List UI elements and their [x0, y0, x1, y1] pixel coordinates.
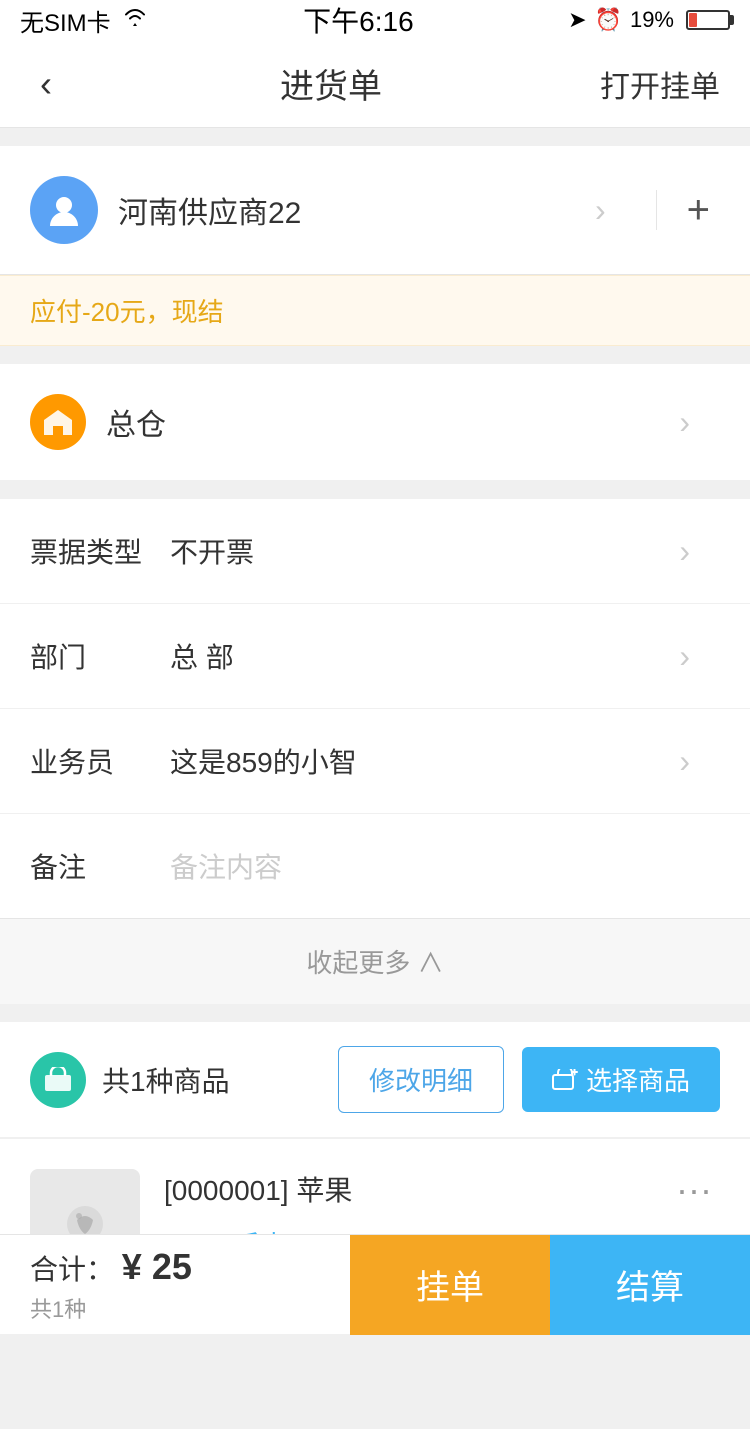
product-code: [0000001] [164, 1175, 289, 1206]
hang-order-button[interactable]: 挂单 [350, 1235, 550, 1335]
remark-input[interactable]: 备注内容 [170, 846, 720, 886]
warehouse-name: 总仓 [106, 400, 679, 444]
supplier-avatar [30, 176, 98, 244]
carrier-label: 无SIM卡 [20, 3, 111, 38]
battery-icon [686, 10, 730, 30]
page-title: 进货单 [280, 59, 382, 108]
add-supplier-button[interactable]: + [677, 188, 720, 233]
warehouse-chevron-icon: › [679, 404, 690, 441]
select-product-button[interactable]: 选择商品 [522, 1047, 720, 1112]
status-bar: 无SIM卡 下午6:16 ➤ ⏰ 19% [0, 0, 750, 40]
total-section: 合计： ¥ 25 共1种 [0, 1246, 350, 1324]
product-name: [0000001] 苹果 [164, 1169, 644, 1209]
location-icon: ➤ [568, 7, 586, 33]
product-header: 共1种商品 修改明细 选择商品 [0, 1022, 750, 1138]
form-section: 票据类型 不开票 › 部门 总 部 › 业务员 这是859的小智 › 备注 备注… [0, 498, 750, 1004]
warehouse-icon [30, 394, 86, 450]
battery-percent: 19% [630, 7, 674, 33]
invoice-chevron-icon: › [679, 533, 690, 570]
nav-bar: ‹ 进货单 打开挂单 [0, 40, 750, 128]
total-main: 合计： ¥ 25 [30, 1246, 320, 1288]
warehouse-row[interactable]: 总仓 › [0, 364, 750, 480]
open-hang-button[interactable]: 打开挂单 [600, 62, 720, 106]
invoice-row[interactable]: 票据类型 不开票 › [0, 498, 750, 603]
sales-label: 业务员 [30, 741, 170, 781]
total-amount: ¥ 25 [122, 1246, 192, 1287]
alarm-icon: ⏰ [595, 7, 622, 33]
sales-value: 这是859的小智 [170, 741, 679, 781]
supplier-name: 河南供应商22 [118, 188, 595, 232]
supplier-divider [656, 190, 657, 230]
dept-label: 部门 [30, 636, 170, 676]
modify-detail-button[interactable]: 修改明细 [338, 1046, 504, 1113]
total-label: 合计： [30, 1254, 114, 1285]
checkout-button[interactable]: 结算 [550, 1235, 750, 1335]
back-button[interactable]: ‹ [30, 53, 62, 115]
dept-row[interactable]: 部门 总 部 › [0, 603, 750, 708]
wifi-icon [121, 6, 149, 34]
supplier-section: 河南供应商22 › + 应付-20元，现结 [0, 146, 750, 346]
supplier-notice: 应付-20元，现结 [0, 275, 750, 346]
product-icon [30, 1052, 86, 1108]
warehouse-section: 总仓 › [0, 364, 750, 480]
invoice-value: 不开票 [170, 531, 679, 571]
dept-value: 总 部 [170, 636, 679, 676]
status-left: 无SIM卡 [20, 3, 149, 38]
total-sub: 共1种 [30, 1292, 320, 1324]
bottom-bar: 合计： ¥ 25 共1种 挂单 结算 [0, 1234, 750, 1334]
dept-chevron-icon: › [679, 638, 690, 675]
status-right: ➤ ⏰ 19% [568, 7, 730, 33]
invoice-label: 票据类型 [30, 531, 170, 571]
status-time: 下午6:16 [303, 0, 414, 40]
sales-chevron-icon: › [679, 743, 690, 780]
product-count-label: 共1种商品 [102, 1060, 338, 1100]
remark-row[interactable]: 备注 备注内容 [0, 813, 750, 918]
supplier-row[interactable]: 河南供应商22 › + [0, 146, 750, 275]
product-more-button[interactable]: ··· [668, 1169, 720, 1211]
collapse-bar[interactable]: 收起更多 ∧ [0, 918, 750, 1004]
select-product-label: 选择商品 [586, 1061, 690, 1098]
supplier-chevron-icon: › [595, 192, 606, 229]
sales-row[interactable]: 业务员 这是859的小智 › [0, 708, 750, 813]
remark-label: 备注 [30, 846, 170, 886]
